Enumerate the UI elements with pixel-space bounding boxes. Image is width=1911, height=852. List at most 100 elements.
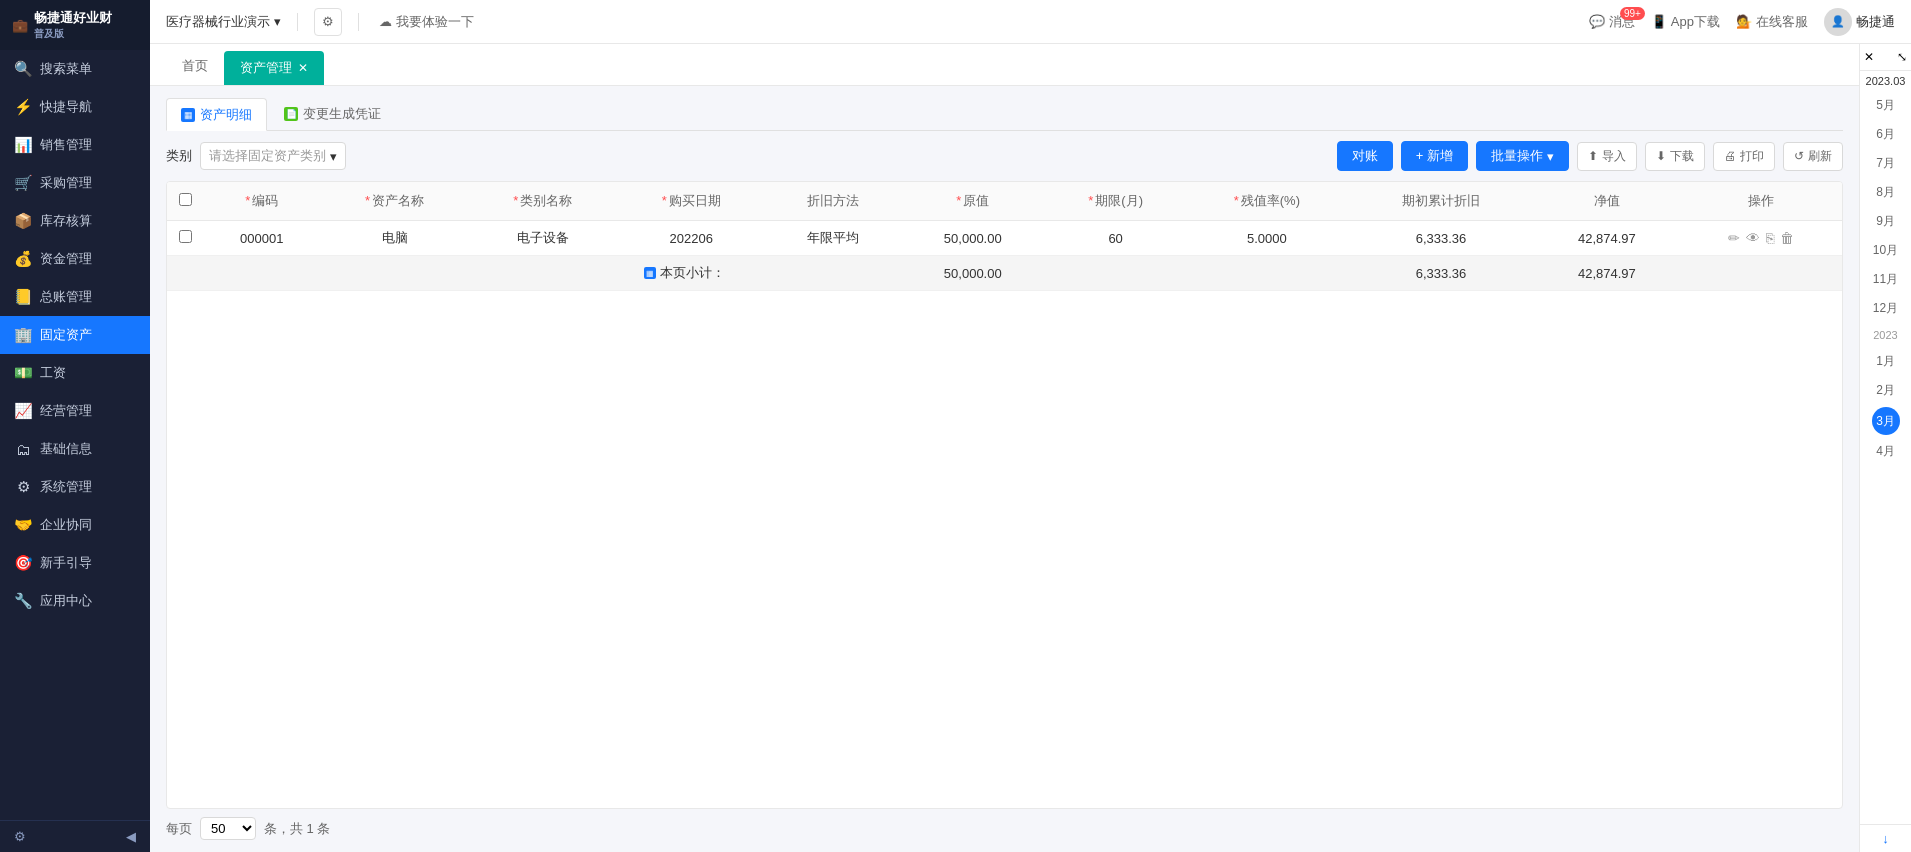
- sub-tabs: ▦ 资产明细 📄 变更生成凭证: [166, 98, 1843, 131]
- sidebar-item-system[interactable]: ⚙ 系统管理: [0, 468, 150, 506]
- tab-home[interactable]: 首页: [166, 49, 224, 85]
- delete-icon[interactable]: 🗑: [1780, 230, 1794, 246]
- filter-category-select[interactable]: 请选择固定资产类别 ▾: [200, 142, 346, 170]
- sidebar-item-enterprise[interactable]: 🤝 企业协同: [0, 506, 150, 544]
- sidebar-item-guide[interactable]: 🎯 新手引导: [0, 544, 150, 582]
- copy-icon[interactable]: ⎘: [1766, 230, 1774, 246]
- payroll-icon: 💵: [14, 364, 32, 382]
- row-purchase-date: 202206: [617, 221, 765, 256]
- month-item-5[interactable]: 5月: [1860, 91, 1911, 120]
- topbar: 医疗器械行业演示 ▾ ⚙ ☁ 我要体验一下 💬 消息 99+ 📱 App下载 💁…: [150, 0, 1911, 44]
- quicknav-icon: ⚡: [14, 98, 32, 116]
- import-button[interactable]: ⬆ 导入: [1577, 142, 1637, 171]
- fixed-assets-icon: 🏢: [14, 326, 32, 344]
- col-purchase-date: *购买日期: [617, 182, 765, 221]
- messages-button[interactable]: 💬 消息 99+: [1589, 13, 1635, 31]
- sidebar-item-operations[interactable]: 📈 经营管理: [0, 392, 150, 430]
- user-menu[interactable]: 👤 畅捷通: [1824, 8, 1895, 36]
- col-residual-rate: *残值率(%): [1186, 182, 1349, 221]
- edit-icon[interactable]: ✏: [1728, 230, 1740, 246]
- row-checkbox[interactable]: [167, 221, 203, 256]
- col-name: *资产名称: [320, 182, 468, 221]
- sidebar-item-payroll[interactable]: 💵 工资: [0, 354, 150, 392]
- messages-badge: 99+: [1620, 7, 1645, 20]
- pagination-bar: 每页 50 100 200 条，共 1 条: [166, 809, 1843, 840]
- print-button[interactable]: 🖨 打印: [1713, 142, 1775, 171]
- filter-label: 类别: [166, 147, 192, 165]
- sub-tab-voucher-gen[interactable]: 📄 变更生成凭证: [269, 98, 396, 130]
- app-download-label: App下载: [1671, 13, 1720, 31]
- sidebar-item-ledger[interactable]: 📒 总账管理: [0, 278, 150, 316]
- subtotal-residual: [1186, 256, 1349, 291]
- logo-icon: 💼: [12, 18, 28, 33]
- download-label: 下载: [1670, 148, 1694, 165]
- close-panel-icon[interactable]: ✕: [1864, 50, 1874, 64]
- filter-dropdown-icon: ▾: [330, 149, 337, 164]
- tab-close-icon[interactable]: ✕: [298, 61, 308, 75]
- sidebar-item-app-center[interactable]: 🔧 应用中心: [0, 582, 150, 620]
- month-item-12[interactable]: 12月: [1860, 294, 1911, 323]
- sidebar-item-inventory[interactable]: 📦 库存核算: [0, 202, 150, 240]
- sidebar-item-quicknav[interactable]: ⚡ 快捷导航: [0, 88, 150, 126]
- experience-button[interactable]: ☁ 我要体验一下: [379, 13, 474, 31]
- row-accumulated: 6,333.36: [1348, 221, 1534, 256]
- guide-icon: 🎯: [14, 554, 32, 572]
- page-size-select[interactable]: 50 100 200: [200, 817, 256, 840]
- sidebar-item-purchase[interactable]: 🛒 采购管理: [0, 164, 150, 202]
- sidebar-item-funds[interactable]: 💰 资金管理: [0, 240, 150, 278]
- sidebar-item-funds-label: 资金管理: [40, 250, 92, 268]
- sub-tab-voucher-gen-label: 变更生成凭证: [303, 105, 381, 123]
- sidebar-item-search[interactable]: 🔍 搜索菜单: [0, 50, 150, 88]
- add-new-button[interactable]: + 新增: [1401, 141, 1468, 171]
- month-item-11[interactable]: 11月: [1860, 265, 1911, 294]
- month-item-4[interactable]: 4月: [1860, 437, 1911, 466]
- panel-year-label: 2023.03: [1860, 71, 1911, 91]
- month-item-9[interactable]: 9月: [1860, 207, 1911, 236]
- select-all-checkbox[interactable]: [179, 193, 192, 206]
- sidebar-item-fixed-assets[interactable]: 🏢 固定资产: [0, 316, 150, 354]
- toolbar-left: 类别 请选择固定资产类别 ▾: [166, 142, 1329, 170]
- batch-ops-button[interactable]: 批量操作 ▾: [1476, 141, 1569, 171]
- row-select-checkbox[interactable]: [179, 230, 192, 243]
- company-dropdown-icon: ▾: [274, 14, 281, 29]
- sidebar-item-operations-label: 经营管理: [40, 402, 92, 420]
- month-item-10[interactable]: 10月: [1860, 236, 1911, 265]
- right-panel-footer[interactable]: ↓: [1860, 824, 1911, 852]
- batch-ops-label: 批量操作: [1491, 147, 1543, 165]
- subtotal-empty-3: [320, 256, 468, 291]
- col-net-value: 净值: [1534, 182, 1680, 221]
- sidebar-item-basic-info[interactable]: 🗂 基础信息: [0, 430, 150, 468]
- print-label: 打印: [1740, 148, 1764, 165]
- tab-asset-management[interactable]: 资产管理 ✕: [224, 51, 324, 85]
- import-icon: ⬆: [1588, 149, 1598, 163]
- sidebar-item-payroll-label: 工资: [40, 364, 66, 382]
- month-item-8[interactable]: 8月: [1860, 178, 1911, 207]
- download-button[interactable]: ⬇ 下载: [1645, 142, 1705, 171]
- expand-panel-icon[interactable]: ⤡: [1897, 50, 1907, 64]
- month-item-3-active[interactable]: 3月: [1872, 407, 1900, 435]
- assets-table: *编码 *资产名称 *类别名称 *购买日期 折旧方法 *原值 *期限(月) *残…: [167, 182, 1842, 291]
- month-item-2[interactable]: 2月: [1860, 376, 1911, 405]
- gear-button[interactable]: ⚙: [314, 8, 342, 36]
- company-selector[interactable]: 医疗器械行业演示 ▾: [166, 13, 281, 31]
- month-item-6[interactable]: 6月: [1860, 120, 1911, 149]
- subtotal-net-value: 42,874.97: [1534, 256, 1680, 291]
- month-item-1[interactable]: 1月: [1860, 347, 1911, 376]
- right-panel-scroll: 5月 6月 7月 8月 9月 10月 11月 12月 2023 1月 2月 3月…: [1860, 91, 1911, 824]
- col-category: *类别名称: [469, 182, 617, 221]
- batch-ops-dropdown-icon: ▾: [1547, 149, 1554, 164]
- month-item-7[interactable]: 7月: [1860, 149, 1911, 178]
- ledger-icon: 📒: [14, 288, 32, 306]
- online-service-button[interactable]: 💁 在线客服: [1736, 13, 1808, 31]
- sub-tab-asset-detail[interactable]: ▦ 资产明细: [166, 98, 267, 131]
- collapse-icon[interactable]: ◀: [126, 829, 136, 844]
- reconcile-button[interactable]: 对账: [1337, 141, 1393, 171]
- view-icon[interactable]: 👁: [1746, 230, 1760, 246]
- app-download-button[interactable]: 📱 App下载: [1651, 13, 1720, 31]
- avatar: 👤: [1824, 8, 1852, 36]
- sidebar-item-quicknav-label: 快捷导航: [40, 98, 92, 116]
- settings-icon[interactable]: ⚙: [14, 829, 26, 844]
- sidebar-item-basic-info-label: 基础信息: [40, 440, 92, 458]
- sidebar-item-sales[interactable]: 📊 销售管理: [0, 126, 150, 164]
- refresh-button[interactable]: ↺ 刷新: [1783, 142, 1843, 171]
